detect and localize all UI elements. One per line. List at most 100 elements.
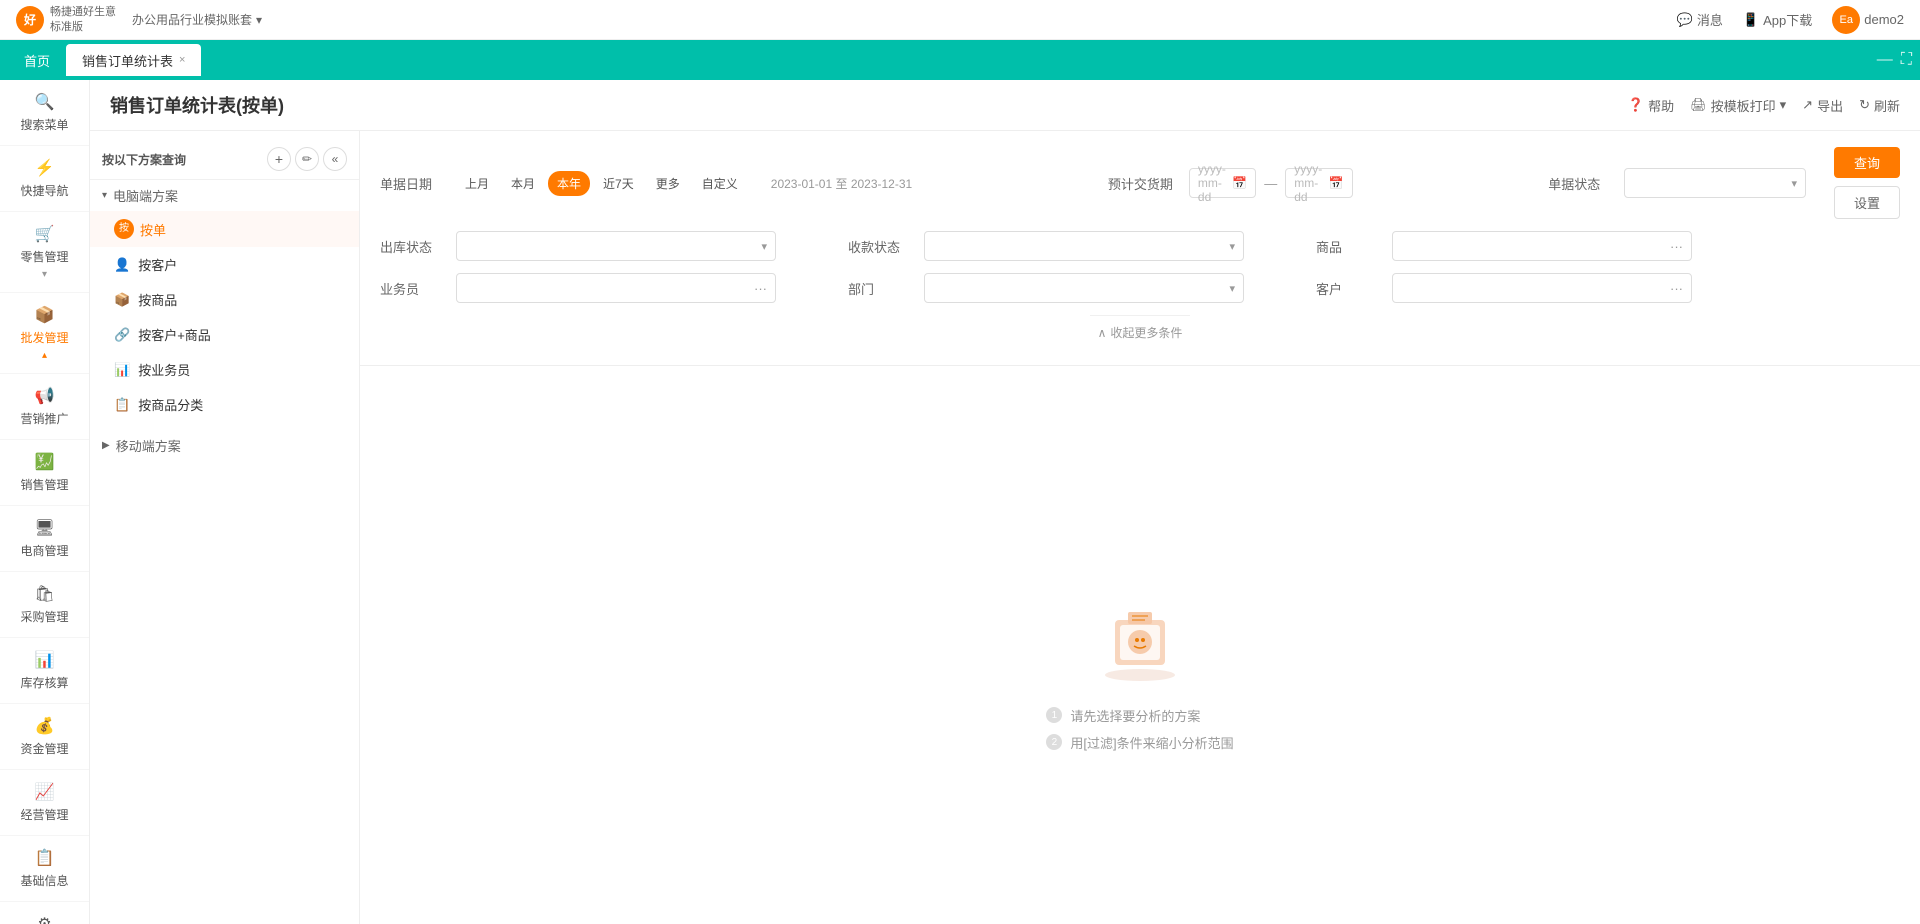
expected-delivery-inputs: yyyy-mm-dd 📅 — yyyy-mm-dd 📅 — [1189, 168, 1353, 198]
filter-row-3: 业务员 ··· 部门 ▾ 客户 — [380, 273, 1900, 303]
user-menu[interactable]: Ea demo2 — [1832, 6, 1904, 34]
date-last-month[interactable]: 上月 — [456, 171, 498, 196]
date-this-month[interactable]: 本月 — [502, 171, 544, 196]
calendar-start-icon[interactable]: 📅 — [1232, 176, 1247, 190]
add-scheme-button[interactable]: + — [267, 147, 291, 171]
refresh-button[interactable]: ↻ 刷新 — [1859, 96, 1900, 115]
scheme-customer-icon: 👤 — [114, 257, 130, 273]
help-button[interactable]: ❓ 帮助 — [1628, 96, 1674, 115]
empty-tip-2: 2 用[过滤]条件来缩小分析范围 — [1046, 733, 1233, 752]
download-icon: 📱 — [1743, 12, 1759, 28]
date-custom[interactable]: 自定义 — [693, 171, 747, 196]
left-panel: 按以下方案查询 + ✏ « ▾ 电脑端 — [90, 131, 360, 924]
sidebar-item-retail[interactable]: 🛒 零售管理 ▾ — [0, 212, 89, 293]
pc-section-arrow-icon: ▾ — [102, 190, 107, 201]
collapse-area: ∧ 收起更多条件 — [380, 315, 1900, 349]
sidebar-item-sales[interactable]: 💹 销售管理 — [0, 440, 89, 506]
ecommerce-icon: 🖥 — [34, 518, 54, 538]
system-icon: ⚙ — [37, 914, 51, 924]
salesperson-select[interactable]: ··· — [456, 273, 776, 303]
sidebar-item-ecommerce[interactable]: 🖥 电商管理 — [0, 506, 89, 572]
delivery-date-end-input[interactable]: yyyy-mm-dd 📅 — [1285, 168, 1352, 198]
sidebar-item-wholesale[interactable]: 📦 批发管理 ▴ — [0, 293, 89, 374]
calendar-end-icon[interactable]: 📅 — [1329, 176, 1344, 190]
scheme-item-by-order[interactable]: 按 按单 — [90, 211, 359, 247]
sidebar-item-search[interactable]: 🔍 搜索菜单 — [0, 80, 89, 146]
customer-select[interactable]: ··· — [1392, 273, 1692, 303]
department-select[interactable]: ▾ — [924, 273, 1244, 303]
scheme-item-by-category[interactable]: 📋 按商品分类 — [90, 387, 359, 422]
tab-bar: 首页 销售订单统计表 × — ⛶ — [0, 40, 1920, 80]
sidebar-item-marketing[interactable]: 📢 营销推广 — [0, 374, 89, 440]
scheme-custprod-icon: 🔗 — [114, 327, 130, 343]
sidebar-item-purchase[interactable]: 🛍 采购管理 — [0, 572, 89, 638]
edit-scheme-button[interactable]: ✏ — [295, 147, 319, 171]
scheme-item-by-product[interactable]: 📦 按商品 — [90, 282, 359, 317]
content-area: 销售订单统计表(按单) ❓ 帮助 🖨 按模板打印 ▾ ↗ 导出 ↻ 刷新 — [90, 80, 1920, 924]
pc-section-header[interactable]: ▾ 电脑端方案 — [90, 180, 359, 211]
operations-icon: 📈 — [35, 782, 55, 802]
delivery-date-start-input[interactable]: yyyy-mm-dd 📅 — [1189, 168, 1256, 198]
sales-icon: 💹 — [35, 452, 55, 472]
collapse-icon: « — [332, 152, 339, 166]
basicinfo-icon: 📋 — [35, 848, 55, 868]
sidebar-item-finance[interactable]: 💰 资金管理 — [0, 704, 89, 770]
delivery-status-select[interactable]: ▾ — [456, 231, 776, 261]
doc-status-select[interactable]: ▾ — [1624, 168, 1806, 198]
workspace-selector[interactable]: 办公用品行业模拟账套 ▾ — [124, 11, 270, 28]
help-icon: ❓ — [1628, 97, 1644, 113]
date-more[interactable]: 更多 — [647, 171, 689, 196]
page-header: 销售订单统计表(按单) ❓ 帮助 🖨 按模板打印 ▾ ↗ 导出 ↻ 刷新 — [90, 80, 1920, 131]
sidebar-item-operations[interactable]: 📈 经营管理 — [0, 770, 89, 836]
tab-bar-actions: — ⛶ — [1877, 51, 1912, 69]
settings-button[interactable]: 设置 — [1834, 186, 1900, 219]
tab-home[interactable]: 首页 — [8, 44, 66, 76]
app-download-button[interactable]: 📱 App下载 — [1743, 10, 1812, 29]
payment-status-select[interactable]: ▾ — [924, 231, 1244, 261]
logo-icon: 好 — [16, 6, 44, 34]
sidebar-item-inventory[interactable]: 📊 库存核算 — [0, 638, 89, 704]
sidebar: 🔍 搜索菜单 ⚡ 快捷导航 🛒 零售管理 ▾ 📦 批发管理 ▴ 📢 营销推广 💹… — [0, 80, 90, 924]
customer-more-icon[interactable]: ··· — [1670, 281, 1683, 296]
sidebar-item-system[interactable]: ⚙ 系统管理 — [0, 902, 89, 924]
export-button[interactable]: ↗ 导出 — [1802, 96, 1843, 115]
tab-minimize-icon[interactable]: — — [1877, 51, 1893, 69]
empty-tips: 1 请先选择要分析的方案 2 用[过滤]条件来缩小分析范围 — [1046, 706, 1233, 752]
mobile-section-header[interactable]: ▶ 移动端方案 — [90, 430, 359, 461]
scheme-active-icon: 按 — [114, 219, 134, 239]
template-print-button[interactable]: 🖨 按模板打印 ▾ — [1690, 96, 1786, 115]
tab-sales-order-stats[interactable]: 销售订单统计表 × — [66, 44, 201, 76]
product-more-icon[interactable]: ··· — [1670, 239, 1683, 254]
tip-2-num: 2 — [1046, 734, 1062, 750]
sidebar-item-basicinfo[interactable]: 📋 基础信息 — [0, 836, 89, 902]
tab-close-icon[interactable]: × — [179, 54, 185, 66]
add-icon: + — [275, 151, 283, 167]
payment-status-arrow-icon: ▾ — [1229, 240, 1235, 253]
quicknav-icon: ⚡ — [35, 158, 55, 178]
product-select[interactable]: ··· — [1392, 231, 1692, 261]
date-range-text: 2023-01-01 至 2023-12-31 — [771, 175, 912, 192]
date-last-7days[interactable]: 近7天 — [594, 171, 643, 196]
tip-1-num: 1 — [1046, 707, 1062, 723]
right-panel: 单据日期 上月 本月 本年 近7天 更多 自定义 2023-01-01 至 20… — [360, 131, 1920, 924]
query-button[interactable]: 查询 — [1834, 147, 1900, 178]
wholesale-arrow-icon: ▴ — [42, 350, 47, 361]
delivery-status-label: 出库状态 — [380, 237, 440, 256]
avatar: Ea — [1832, 6, 1860, 34]
date-this-year[interactable]: 本年 — [548, 171, 590, 196]
collapse-filter-button[interactable]: ∧ 收起更多条件 — [1090, 315, 1191, 349]
filter-row-1: 单据日期 上月 本月 本年 近7天 更多 自定义 2023-01-01 至 20… — [380, 147, 1900, 219]
scheme-salesperson-icon: 📊 — [114, 362, 130, 378]
scheme-item-by-salesperson[interactable]: 📊 按业务员 — [90, 352, 359, 387]
date-label: 单据日期 — [380, 174, 440, 193]
collapse-filter-icon: ∧ — [1098, 326, 1107, 340]
collapse-panel-button[interactable]: « — [323, 147, 347, 171]
message-button[interactable]: 💬 消息 — [1677, 10, 1723, 29]
filter-area: 单据日期 上月 本月 本年 近7天 更多 自定义 2023-01-01 至 20… — [360, 131, 1920, 366]
scheme-item-by-customer[interactable]: 👤 按客户 — [90, 247, 359, 282]
print-icon: 🖨 — [1690, 97, 1707, 113]
sidebar-item-quicknav[interactable]: ⚡ 快捷导航 — [0, 146, 89, 212]
tab-maximize-icon[interactable]: ⛶ — [1901, 51, 1912, 69]
scheme-item-by-cust-prod[interactable]: 🔗 按客户+商品 — [90, 317, 359, 352]
salesperson-more-icon[interactable]: ··· — [754, 281, 767, 296]
